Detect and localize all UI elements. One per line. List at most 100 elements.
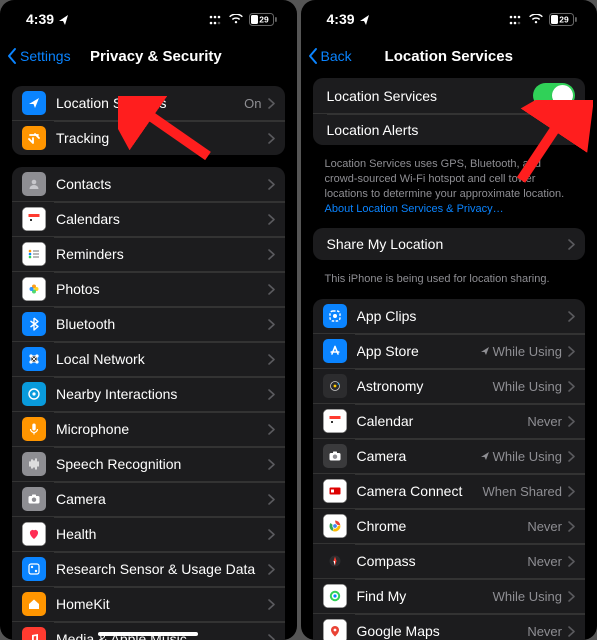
home-indicator [98, 632, 198, 636]
row-reminders[interactable]: Reminders [12, 236, 285, 271]
camera-icon [22, 487, 46, 511]
health-icon [22, 522, 46, 546]
chevron-right-icon [568, 239, 575, 250]
row-calendar[interactable]: CalendarNever [313, 403, 586, 438]
wifi-icon [228, 14, 244, 24]
row-label: Calendars [56, 211, 268, 227]
row-location-alerts[interactable]: Location Alerts [313, 113, 586, 145]
row-photos[interactable]: Photos [12, 271, 285, 306]
chevron-right-icon [268, 494, 275, 505]
chevron-right-icon [268, 249, 275, 260]
chevron-right-icon [268, 284, 275, 295]
row-google-maps[interactable]: Google MapsNever [313, 613, 586, 640]
location-indicator-icon [359, 14, 370, 25]
share-location-footer: This iPhone is being used for location s… [313, 272, 586, 299]
row-camera[interactable]: CameraWhile Using [313, 438, 586, 473]
chevron-right-icon [268, 354, 275, 365]
row-value: On [244, 96, 261, 111]
chevron-right-icon [568, 626, 575, 637]
row-value: Never [527, 414, 562, 429]
row-label: App Clips [357, 308, 569, 324]
row-local-network[interactable]: Local Network [12, 341, 285, 376]
nav-bar: Back Location Services [301, 38, 597, 74]
location-services-footer: Location Services uses GPS, Bluetooth, a… [313, 157, 586, 228]
chevron-right-icon [268, 424, 275, 435]
chevron-right-icon [568, 556, 575, 567]
battery-icon: 29 [249, 13, 277, 26]
location-services-toggle[interactable] [533, 83, 575, 108]
signal-dual-icon [509, 13, 523, 26]
row-chrome[interactable]: ChromeNever [313, 508, 586, 543]
svg-text:29: 29 [259, 14, 269, 24]
row-astronomy[interactable]: AstronomyWhile Using [313, 368, 586, 403]
row-label: Research Sensor & Usage Data [56, 561, 268, 577]
share-location-group: Share My Location [313, 228, 586, 260]
row-find-my[interactable]: Find MyWhile Using [313, 578, 586, 613]
row-tracking[interactable]: Tracking [12, 120, 285, 155]
chevron-right-icon [568, 521, 575, 532]
nav-bar: Settings Privacy & Security [0, 38, 297, 74]
status-time: 4:39 [26, 11, 54, 27]
row-contacts[interactable]: Contacts [12, 167, 285, 201]
chevron-right-icon [268, 179, 275, 190]
signal-dual-icon [209, 13, 223, 26]
back-button[interactable]: Back [307, 47, 352, 65]
row-value: While Using [493, 589, 562, 604]
row-label: Camera Connect [357, 483, 483, 499]
row-nearby-interactions[interactable]: Nearby Interactions [12, 376, 285, 411]
mic-icon [22, 417, 46, 441]
row-label: Find My [357, 588, 493, 604]
row-calendars[interactable]: Calendars [12, 201, 285, 236]
chevron-right-icon [568, 591, 575, 602]
localnet-icon [22, 347, 46, 371]
location-icon [22, 91, 46, 115]
about-privacy-link[interactable]: About Location Services & Privacy… [325, 203, 504, 215]
row-label: Bluetooth [56, 316, 268, 332]
row-label: HomeKit [56, 596, 268, 612]
row-health[interactable]: Health [12, 516, 285, 551]
row-bluetooth[interactable]: Bluetooth [12, 306, 285, 341]
row-share-my-location[interactable]: Share My Location [313, 228, 586, 260]
row-label: Share My Location [327, 236, 569, 252]
back-button[interactable]: Settings [6, 47, 71, 65]
calendars-icon [323, 409, 347, 433]
row-compass[interactable]: CompassNever [313, 543, 586, 578]
photos-icon [22, 277, 46, 301]
wifi-icon [528, 14, 544, 24]
chevron-right-icon [268, 389, 275, 400]
chevron-right-icon [268, 599, 275, 610]
chevron-right-icon [268, 529, 275, 540]
nearby-icon [22, 382, 46, 406]
row-camera[interactable]: Camera [12, 481, 285, 516]
chevron-right-icon [268, 459, 275, 470]
row-label: Speech Recognition [56, 456, 268, 472]
row-homekit[interactable]: HomeKit [12, 586, 285, 621]
back-label: Back [321, 48, 352, 64]
row-app-clips[interactable]: App Clips [313, 299, 586, 333]
status-time: 4:39 [327, 11, 355, 27]
row-value: Never [527, 554, 562, 569]
apps-group: App Clips App StoreWhile UsingAstronomyWh… [313, 299, 586, 640]
row-media-music[interactable]: Media & Apple Music [12, 621, 285, 640]
gmaps-icon [323, 619, 347, 640]
page-title: Privacy & Security [90, 48, 222, 65]
contacts-icon [22, 172, 46, 196]
row-microphone[interactable]: Microphone [12, 411, 285, 446]
row-label: Reminders [56, 246, 268, 262]
row-location-services[interactable]: Location ServicesOn [12, 86, 285, 120]
row-research-sensor[interactable]: Research Sensor & Usage Data [12, 551, 285, 586]
row-camera-connect[interactable]: Camera ConnectWhen Shared [313, 473, 586, 508]
svg-text:29: 29 [559, 14, 569, 24]
row-app-store[interactable]: App StoreWhile Using [313, 333, 586, 368]
row-label: Calendar [357, 413, 528, 429]
page-title: Location Services [385, 48, 513, 65]
speech-icon [22, 452, 46, 476]
reminders-icon [22, 242, 46, 266]
row-location-services-toggle[interactable]: Location Services [313, 78, 586, 113]
location-indicator-icon [58, 14, 69, 25]
chevron-right-icon [268, 98, 275, 109]
row-speech-recognition[interactable]: Speech Recognition [12, 446, 285, 481]
back-label: Settings [20, 48, 71, 64]
chrome-icon [323, 514, 347, 538]
astronomy-icon [323, 374, 347, 398]
